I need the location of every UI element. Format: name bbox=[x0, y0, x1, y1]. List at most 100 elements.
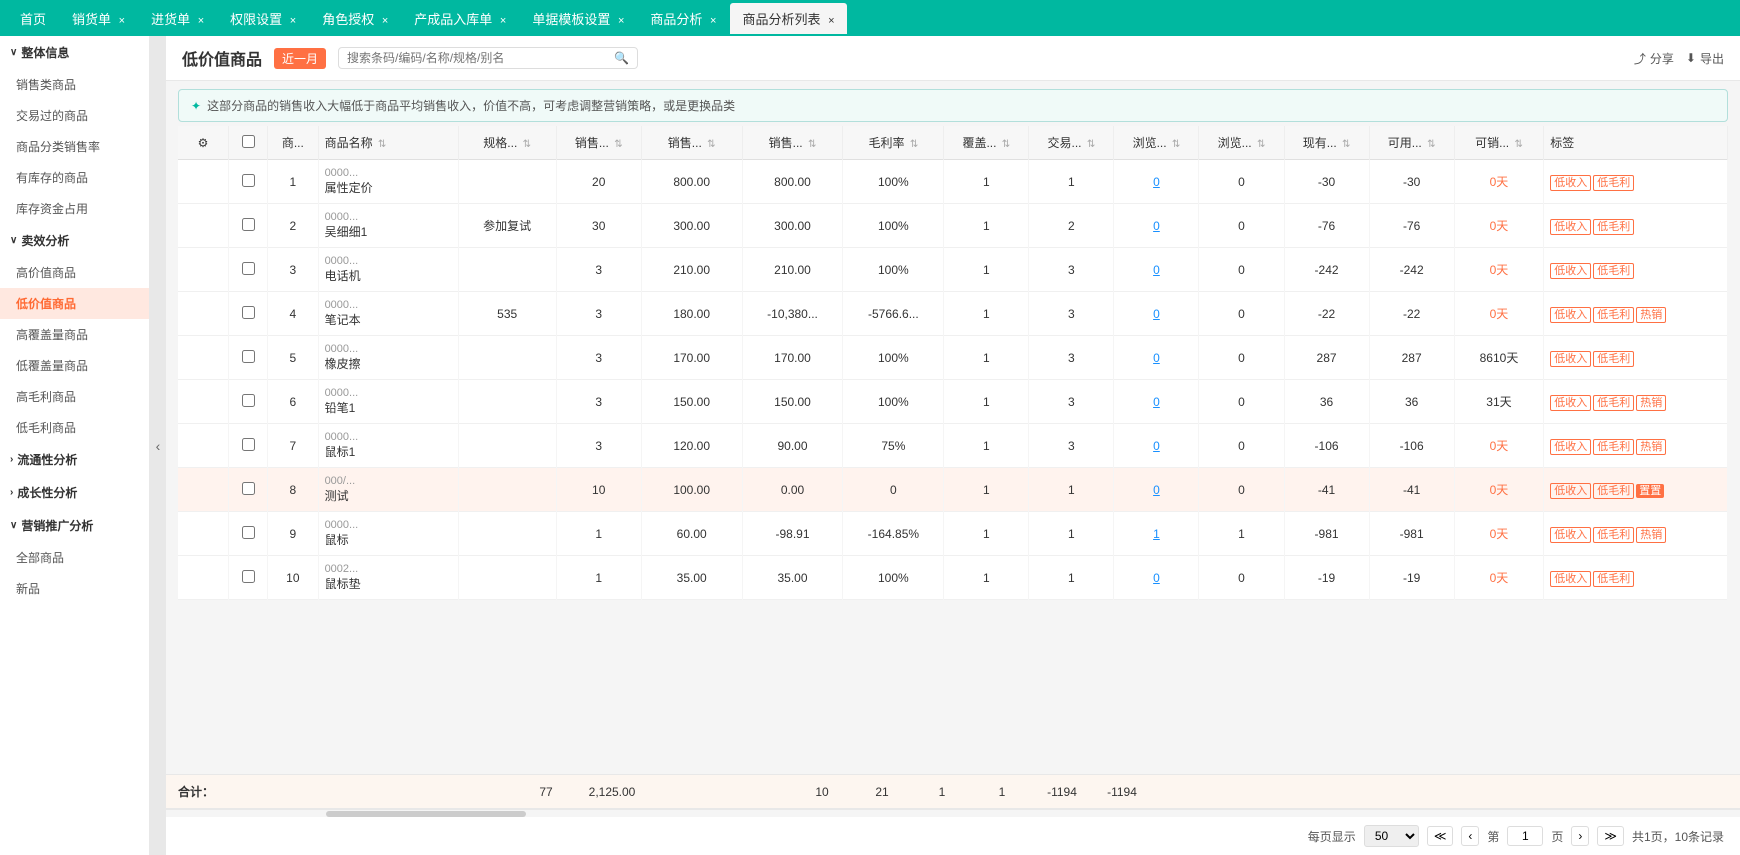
cell-browse1[interactable]: 1 bbox=[1114, 512, 1199, 556]
search-icon[interactable]: 🔍 bbox=[614, 51, 629, 65]
filter-tag-button[interactable]: 近一月 bbox=[274, 48, 326, 69]
nav-product-stock[interactable]: 产成品入库单 × bbox=[402, 3, 518, 34]
nav-template-settings[interactable]: 单据模板设置 × bbox=[520, 3, 636, 34]
sidebar-item-sales-products[interactable]: 销售类商品 bbox=[0, 69, 149, 100]
nav-home[interactable]: 首页 bbox=[8, 3, 58, 34]
sidebar-group-growth[interactable]: › 成长性分析 bbox=[0, 476, 149, 509]
row-checkbox[interactable] bbox=[242, 526, 255, 539]
sidebar-item-high-coverage[interactable]: 高覆盖量商品 bbox=[0, 319, 149, 350]
cell-checkbox[interactable] bbox=[228, 204, 267, 248]
cell-checkbox[interactable] bbox=[228, 468, 267, 512]
row-checkbox[interactable] bbox=[242, 482, 255, 495]
prev-page-button[interactable]: ‹ bbox=[1461, 826, 1479, 846]
col-transaction[interactable]: 交易... ⇅ bbox=[1029, 126, 1114, 160]
col-sales-amount[interactable]: 销售... ⇅ bbox=[742, 126, 843, 160]
close-icon[interactable]: × bbox=[710, 15, 716, 27]
sidebar-group-sales-effect[interactable]: ∨ 卖效分析 bbox=[0, 224, 149, 257]
last-page-button[interactable]: ≫ bbox=[1597, 826, 1624, 846]
browse-link[interactable]: 0 bbox=[1153, 307, 1160, 321]
cell-browse1[interactable]: 0 bbox=[1114, 380, 1199, 424]
page-number-input[interactable] bbox=[1507, 826, 1543, 846]
export-button[interactable]: ⬇ 导出 bbox=[1686, 50, 1724, 67]
close-icon[interactable]: × bbox=[198, 15, 204, 27]
browse-link[interactable]: 0 bbox=[1153, 219, 1160, 233]
close-icon[interactable]: × bbox=[618, 15, 624, 27]
col-sellable[interactable]: 可销... ⇅ bbox=[1454, 126, 1544, 160]
page-size-select[interactable]: 50 100 bbox=[1364, 825, 1419, 847]
cell-browse1[interactable]: 0 bbox=[1114, 248, 1199, 292]
col-sales-price[interactable]: 销售... ⇅ bbox=[641, 126, 742, 160]
cell-browse1[interactable]: 0 bbox=[1114, 556, 1199, 600]
cell-browse1[interactable]: 0 bbox=[1114, 336, 1199, 380]
sidebar-group-flow[interactable]: › 流通性分析 bbox=[0, 443, 149, 476]
col-current[interactable]: 现有... ⇅ bbox=[1284, 126, 1369, 160]
col-margin[interactable]: 毛利率 ⇅ bbox=[843, 126, 944, 160]
sidebar-item-low-margin[interactable]: 低毛利商品 bbox=[0, 412, 149, 443]
col-settings[interactable]: ⚙ bbox=[178, 126, 228, 160]
browse-link[interactable]: 0 bbox=[1153, 395, 1160, 409]
row-checkbox[interactable] bbox=[242, 394, 255, 407]
sidebar-item-high-margin[interactable]: 高毛利商品 bbox=[0, 381, 149, 412]
col-spec[interactable]: 规格... ⇅ bbox=[458, 126, 556, 160]
nav-permission-settings[interactable]: 权限设置 × bbox=[218, 3, 308, 34]
cell-checkbox[interactable] bbox=[228, 336, 267, 380]
browse-link[interactable]: 0 bbox=[1153, 351, 1160, 365]
sidebar-item-low-value[interactable]: 低价值商品 bbox=[0, 288, 149, 319]
sidebar-collapse-button[interactable]: ‹ bbox=[150, 36, 166, 855]
sidebar-group-overall[interactable]: ∨ 整体信息 bbox=[0, 36, 149, 69]
row-checkbox[interactable] bbox=[242, 350, 255, 363]
scrollbar[interactable] bbox=[166, 809, 1740, 817]
nav-purchase-order[interactable]: 进货单 × bbox=[139, 3, 216, 34]
cell-browse1[interactable]: 0 bbox=[1114, 204, 1199, 248]
row-checkbox[interactable] bbox=[242, 218, 255, 231]
cell-browse1[interactable]: 0 bbox=[1114, 160, 1199, 204]
cell-browse1[interactable]: 0 bbox=[1114, 292, 1199, 336]
sidebar-item-traded-products[interactable]: 交易过的商品 bbox=[0, 100, 149, 131]
cell-checkbox[interactable] bbox=[228, 556, 267, 600]
col-coverage[interactable]: 覆盖... ⇅ bbox=[944, 126, 1029, 160]
sidebar-item-stock-capital[interactable]: 库存资金占用 bbox=[0, 193, 149, 224]
col-sales-qty[interactable]: 销售... ⇅ bbox=[556, 126, 641, 160]
search-input[interactable] bbox=[347, 51, 608, 65]
row-checkbox[interactable] bbox=[242, 570, 255, 583]
sidebar-item-low-coverage[interactable]: 低覆盖量商品 bbox=[0, 350, 149, 381]
close-icon[interactable]: × bbox=[828, 15, 834, 27]
cell-browse1[interactable]: 0 bbox=[1114, 424, 1199, 468]
row-checkbox[interactable] bbox=[242, 438, 255, 451]
cell-checkbox[interactable] bbox=[228, 160, 267, 204]
browse-link[interactable]: 0 bbox=[1153, 175, 1160, 189]
cell-checkbox[interactable] bbox=[228, 512, 267, 556]
sidebar-item-new-products[interactable]: 新品 bbox=[0, 573, 149, 604]
select-all-checkbox[interactable] bbox=[242, 135, 255, 148]
close-icon[interactable]: × bbox=[119, 15, 125, 27]
sidebar-item-high-value[interactable]: 高价值商品 bbox=[0, 257, 149, 288]
col-name[interactable]: 商品名称 ⇅ bbox=[318, 126, 458, 160]
browse-link[interactable]: 0 bbox=[1153, 483, 1160, 497]
sidebar-item-all-products[interactable]: 全部商品 bbox=[0, 542, 149, 573]
close-icon[interactable]: × bbox=[500, 15, 506, 27]
nav-role-auth[interactable]: 角色授权 × bbox=[310, 3, 400, 34]
browse-link[interactable]: 0 bbox=[1153, 263, 1160, 277]
sidebar-group-marketing[interactable]: ∨ 营销推广分析 bbox=[0, 509, 149, 542]
nav-sales-order[interactable]: 销货单 × bbox=[60, 3, 137, 34]
browse-link[interactable]: 0 bbox=[1153, 439, 1160, 453]
sidebar-item-category-sales-rate[interactable]: 商品分类销售率 bbox=[0, 131, 149, 162]
cell-checkbox[interactable] bbox=[228, 248, 267, 292]
close-icon[interactable]: × bbox=[290, 15, 296, 27]
row-checkbox[interactable] bbox=[242, 262, 255, 275]
sidebar-item-stocked-products[interactable]: 有库存的商品 bbox=[0, 162, 149, 193]
cell-browse1[interactable]: 0 bbox=[1114, 468, 1199, 512]
nav-product-analysis[interactable]: 商品分析 × bbox=[638, 3, 728, 34]
col-browse1[interactable]: 浏览... ⇅ bbox=[1114, 126, 1199, 160]
cell-checkbox[interactable] bbox=[228, 424, 267, 468]
close-icon[interactable]: × bbox=[382, 15, 388, 27]
browse-link[interactable]: 1 bbox=[1153, 527, 1160, 541]
browse-link[interactable]: 0 bbox=[1153, 571, 1160, 585]
row-checkbox[interactable] bbox=[242, 306, 255, 319]
cell-checkbox[interactable] bbox=[228, 380, 267, 424]
next-page-button[interactable]: › bbox=[1571, 826, 1589, 846]
col-browse2[interactable]: 浏览... ⇅ bbox=[1199, 126, 1284, 160]
col-available[interactable]: 可用... ⇅ bbox=[1369, 126, 1454, 160]
share-button[interactable]: ⤴ 分享 bbox=[1634, 50, 1674, 67]
first-page-button[interactable]: ≪ bbox=[1427, 826, 1454, 846]
